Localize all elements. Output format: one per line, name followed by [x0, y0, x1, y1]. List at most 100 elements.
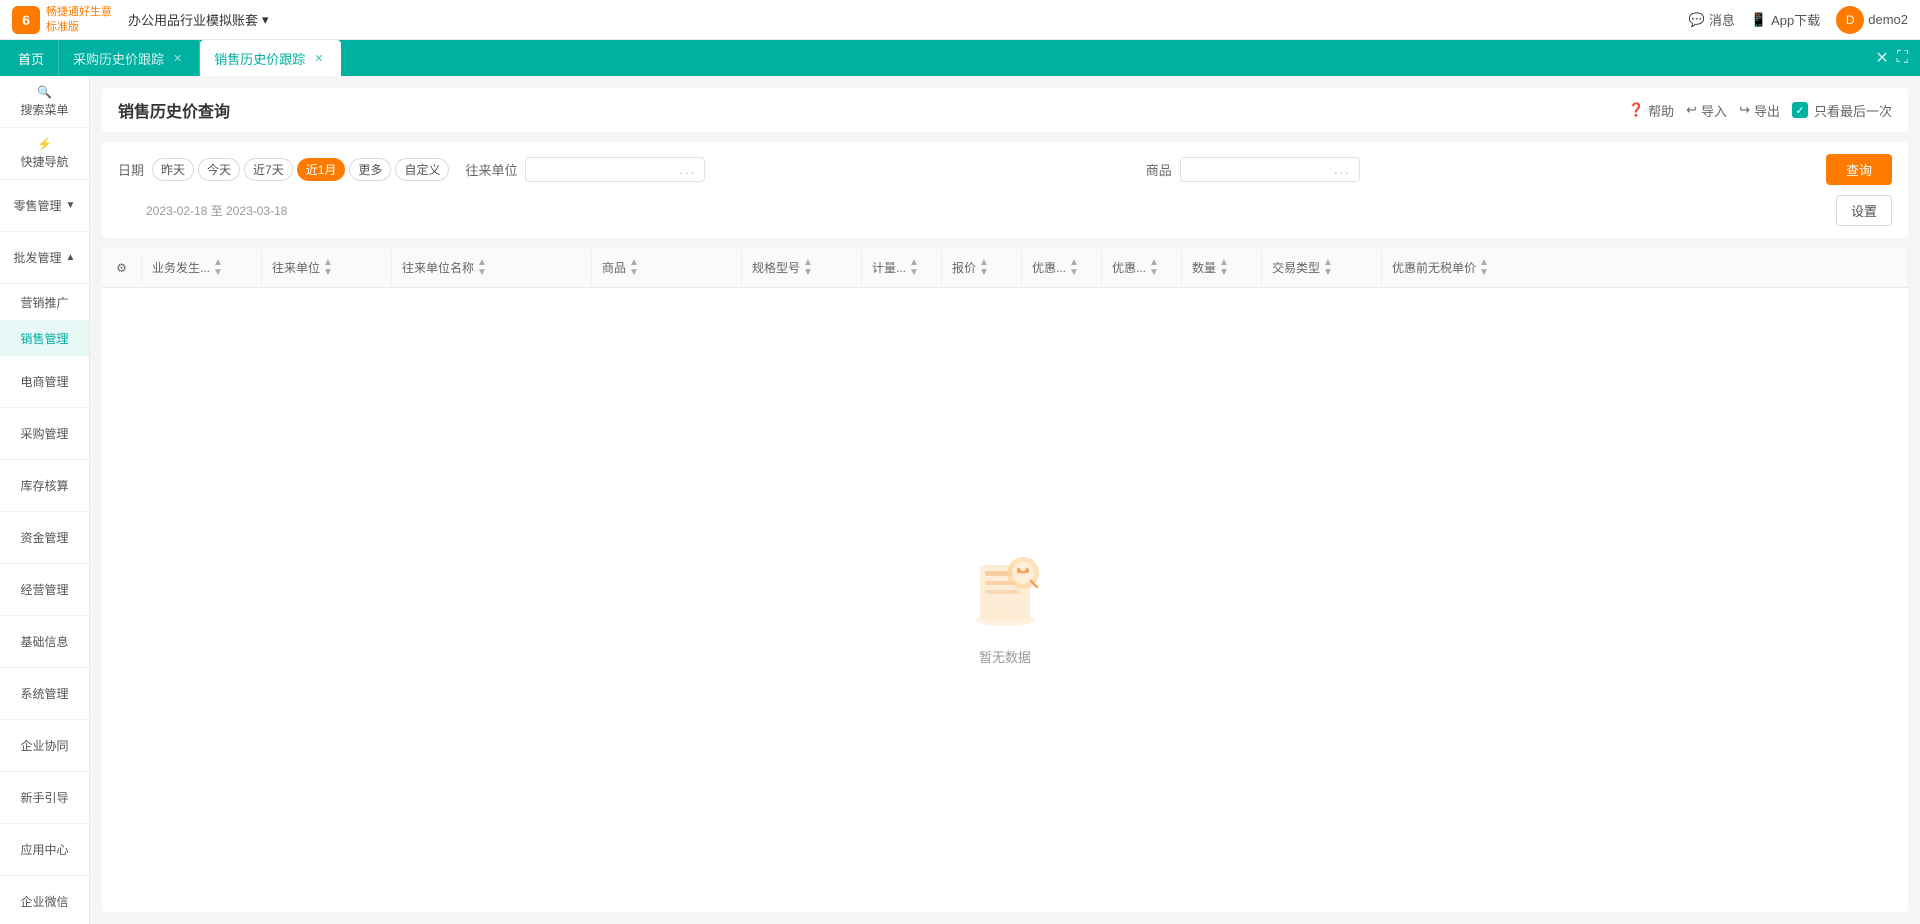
date-btn-yesterday[interactable]: 昨天	[152, 158, 194, 181]
messages-button[interactable]: 💬 消息	[1689, 10, 1735, 29]
sidebar-item-sales[interactable]: 销售管理	[0, 320, 89, 356]
app-logo-icon: 6	[12, 6, 40, 34]
sidebar-enterprise-label: 企业协同	[20, 737, 68, 754]
view-last-only-toggle[interactable]: ✓ 只看最后一次	[1792, 101, 1892, 120]
product-input[interactable]: ...	[1180, 157, 1360, 182]
th-trade-type-label: 交易类型	[1272, 259, 1320, 276]
sidebar-item-basic[interactable]: 基础信息	[0, 616, 89, 668]
company-name: 办公用品行业模拟账套	[128, 10, 258, 29]
th-spec[interactable]: 规格型号 ▲▼	[742, 250, 862, 286]
sidebar-item-wholesale[interactable]: 批发管理 ▲	[0, 232, 89, 284]
logo-area: 6 畅捷通好生意 标准版	[12, 5, 112, 34]
search-icon: 🔍	[37, 85, 52, 99]
sidebar-item-retail[interactable]: 零售管理 ▼	[0, 180, 89, 232]
th-settings[interactable]: ⚙	[102, 253, 142, 283]
empty-state: 暂无数据	[102, 288, 1908, 912]
th-partner-id[interactable]: 往来单位 ▲▼	[262, 250, 392, 286]
header-right: 💬 消息 📱 App下载 D demo2	[1689, 6, 1908, 34]
th-unit[interactable]: 计量... ▲▼	[862, 250, 942, 286]
tab-sales-history[interactable]: 销售历史价跟踪 ✕	[200, 40, 341, 76]
query-button[interactable]: 查询	[1826, 154, 1892, 185]
settings-button[interactable]: 设置	[1836, 195, 1892, 226]
sidebar-ecommerce-label: 电商管理	[20, 373, 68, 390]
user-name: demo2	[1868, 12, 1908, 27]
sidebar-sales-label: 销售管理	[20, 330, 68, 347]
import-label: 导入	[1701, 101, 1727, 120]
app-download-button[interactable]: 📱 App下载	[1751, 10, 1820, 29]
th-partner-id-label: 往来单位	[272, 259, 320, 276]
page-content: 销售历史价查询 ❓ 帮助 ↩ 导入 ↪ 导出 ✓	[90, 76, 1920, 924]
view-last-only-label: 只看最后一次	[1814, 101, 1892, 120]
date-btn-last1m[interactable]: 近1月	[297, 158, 346, 181]
user-avatar: D	[1836, 6, 1864, 34]
table-area: ⚙ 业务发生... ▲▼ 往来单位 ▲▼ 往来单位名称 ▲▼	[102, 248, 1908, 912]
tab-home[interactable]: 首页	[4, 40, 59, 76]
date-range-display: 2023-02-18 至 2023-03-18	[146, 202, 287, 219]
th-qty-sort-icon: ▲▼	[1219, 258, 1229, 278]
date-btn-last7[interactable]: 近7天	[244, 158, 293, 181]
sidebar-inventory-label: 库存核算	[20, 477, 68, 494]
sidebar-item-purchase[interactable]: 采购管理	[0, 408, 89, 460]
tab-purchase-history[interactable]: 采购历史价跟踪 ✕	[59, 40, 200, 76]
th-pretax-price[interactable]: 优惠前无税单价 ▲▼	[1382, 250, 1908, 286]
th-trade-type[interactable]: 交易类型 ▲▼	[1262, 250, 1382, 286]
partner-filter-group: 往来单位 ...	[465, 157, 1129, 182]
sidebar-item-finance[interactable]: 资金管理	[0, 512, 89, 564]
export-button[interactable]: ↪ 导出	[1739, 101, 1780, 120]
page-title-bar: 销售历史价查询 ❓ 帮助 ↩ 导入 ↪ 导出 ✓	[102, 88, 1908, 132]
th-spec-label: 规格型号	[752, 259, 800, 276]
messages-label: 消息	[1709, 10, 1735, 29]
retail-arrow-icon: ▼	[66, 200, 76, 211]
partner-input[interactable]: ...	[525, 157, 705, 182]
sidebar-search-label: 搜索菜单	[20, 101, 68, 118]
tab-bar-end: ✕ ⛶	[1875, 40, 1916, 76]
th-pretax-price-sort-icon: ▲▼	[1479, 258, 1489, 278]
export-icon: ↪	[1739, 102, 1750, 118]
tab-close-all-icon[interactable]: ✕	[1875, 48, 1888, 68]
import-button[interactable]: ↩ 导入	[1686, 101, 1727, 120]
date-btn-today[interactable]: 今天	[198, 158, 240, 181]
tab-bar: 首页 采购历史价跟踪 ✕ 销售历史价跟踪 ✕ ✕ ⛶	[0, 40, 1920, 76]
wholesale-arrow-icon: ▲	[66, 252, 76, 263]
settings-gear-icon: ⚙	[116, 261, 127, 275]
th-discount2[interactable]: 优惠... ▲▼	[1102, 250, 1182, 286]
company-selector[interactable]: 办公用品行业模拟账套 ▾	[120, 6, 277, 33]
th-partner-name-sort-icon: ▲▼	[477, 258, 487, 278]
th-product[interactable]: 商品 ▲▼	[592, 250, 742, 286]
th-price[interactable]: 报价 ▲▼	[942, 250, 1022, 286]
th-product-sort-icon: ▲▼	[629, 258, 639, 278]
th-product-label: 商品	[602, 259, 626, 276]
th-partner-name[interactable]: 往来单位名称 ▲▼	[392, 250, 592, 286]
sidebar-item-operations[interactable]: 经营管理	[0, 564, 89, 616]
sidebar-item-enterprise[interactable]: 企业协同	[0, 720, 89, 772]
sidebar-item-search[interactable]: 🔍 搜索菜单	[0, 76, 89, 128]
sidebar-item-appstore[interactable]: 应用中心	[0, 824, 89, 876]
sidebar-wholesale-label: 批发管理	[14, 249, 62, 266]
tab-fullscreen-icon[interactable]: ⛶	[1897, 49, 1908, 67]
tab-purchase-close-icon[interactable]: ✕	[170, 51, 185, 66]
view-last-only-checkbox[interactable]: ✓	[1792, 102, 1808, 118]
sidebar-purchase-label: 采购管理	[20, 425, 68, 442]
tab-sales-close-icon[interactable]: ✕	[311, 51, 326, 66]
user-menu[interactable]: D demo2	[1836, 6, 1908, 34]
th-discount1[interactable]: 优惠... ▲▼	[1022, 250, 1102, 286]
top-header: 6 畅捷通好生意 标准版 办公用品行业模拟账套 ▾ 💬 消息 📱 App下载 D…	[0, 0, 1920, 40]
sidebar-item-ecommerce[interactable]: 电商管理	[0, 356, 89, 408]
sidebar-item-system[interactable]: 系统管理	[0, 668, 89, 720]
sidebar-item-wechat[interactable]: 企业微信	[0, 876, 89, 924]
th-unit-sort-icon: ▲▼	[909, 258, 919, 278]
sidebar-item-marketing[interactable]: 营销推广	[0, 284, 89, 320]
sidebar-item-newbie[interactable]: 新手引导	[0, 772, 89, 824]
sidebar-item-quicknav[interactable]: ⚡ 快捷导航	[0, 128, 89, 180]
th-discount1-sort-icon: ▲▼	[1069, 258, 1079, 278]
date-btn-custom[interactable]: 自定义	[395, 158, 449, 181]
tab-sales-label: 销售历史价跟踪	[214, 49, 305, 68]
sidebar-item-inventory[interactable]: 库存核算	[0, 460, 89, 512]
th-date[interactable]: 业务发生... ▲▼	[142, 250, 262, 286]
th-qty[interactable]: 数量 ▲▼	[1182, 250, 1262, 286]
th-partner-id-sort-icon: ▲▼	[323, 258, 333, 278]
th-discount1-label: 优惠...	[1032, 259, 1066, 276]
date-btn-more[interactable]: 更多	[349, 158, 391, 181]
help-button[interactable]: ❓ 帮助	[1628, 101, 1674, 120]
message-icon: 💬	[1689, 12, 1705, 28]
